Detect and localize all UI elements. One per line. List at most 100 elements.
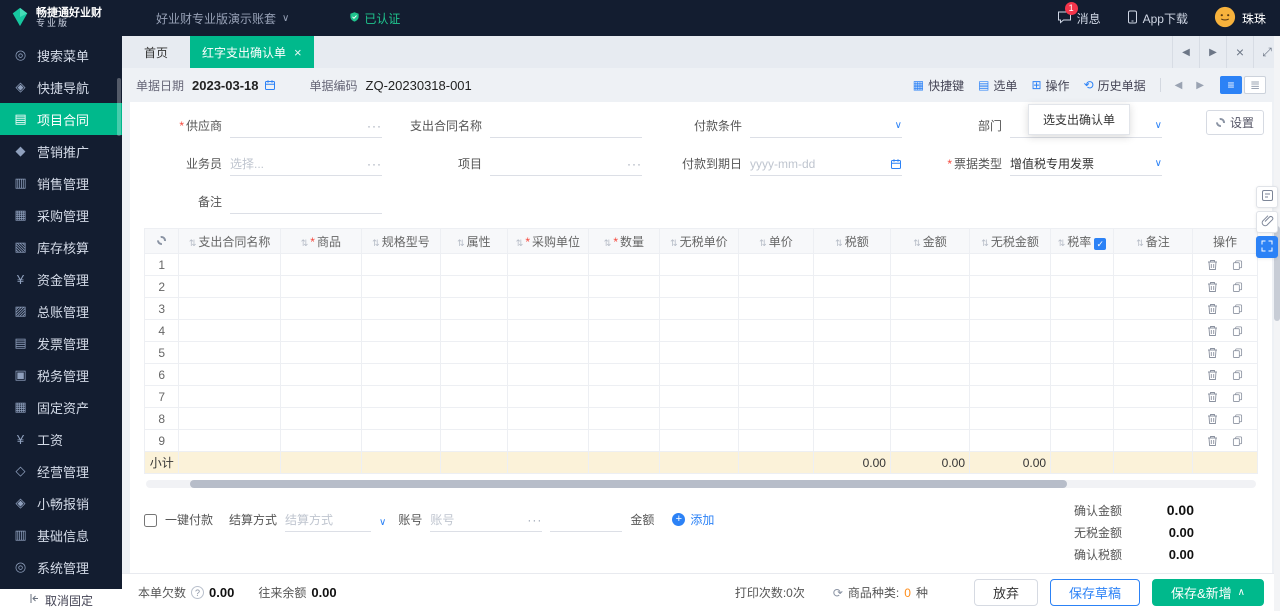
account-input[interactable] bbox=[430, 512, 524, 527]
cell-product[interactable] bbox=[279, 341, 362, 364]
col-product[interactable]: ⇅ * 商品 bbox=[279, 228, 362, 254]
cell-tax-rate[interactable] bbox=[1050, 253, 1114, 276]
page-scrollbar[interactable] bbox=[1274, 36, 1280, 611]
add-payment-button[interactable]: + 添加 bbox=[672, 511, 714, 532]
cell-attribute[interactable] bbox=[439, 275, 508, 298]
prev-document-button[interactable]: ◀ bbox=[1175, 80, 1183, 91]
copy-row-icon[interactable] bbox=[1232, 303, 1243, 315]
cell-quantity[interactable] bbox=[587, 363, 660, 386]
chevron-down-icon[interactable]: ∨ bbox=[1151, 120, 1162, 131]
cell-attribute[interactable] bbox=[439, 253, 508, 276]
cell-net-price[interactable] bbox=[658, 253, 739, 276]
cell-quantity[interactable] bbox=[587, 275, 660, 298]
cell-net-price[interactable] bbox=[658, 385, 739, 408]
calendar-icon[interactable] bbox=[264, 79, 276, 91]
sidebar-item-sales[interactable]: ▥ 销售管理 bbox=[0, 167, 122, 199]
cell-spec-model[interactable] bbox=[360, 275, 441, 298]
cell-tax[interactable] bbox=[812, 253, 891, 276]
cell-net-price[interactable] bbox=[658, 363, 739, 386]
sidebar-scrollbar[interactable] bbox=[117, 78, 121, 136]
sidebar-item-purchase[interactable]: ▦ 采购管理 bbox=[0, 199, 122, 231]
cell-quantity[interactable] bbox=[587, 429, 660, 452]
copy-row-icon[interactable] bbox=[1232, 259, 1243, 271]
save-draft-button[interactable]: 保存草稿 bbox=[1049, 579, 1140, 606]
sidebar-item-invoice[interactable]: ▤ 发票管理 bbox=[0, 327, 122, 359]
contract-name-input[interactable] bbox=[490, 118, 642, 133]
col-price[interactable]: ⇅ 单价 bbox=[737, 228, 814, 254]
cell-quantity[interactable] bbox=[587, 319, 660, 342]
cell-amount[interactable] bbox=[889, 275, 971, 298]
cell-remark[interactable] bbox=[1112, 363, 1194, 386]
cell-contract-name[interactable] bbox=[178, 407, 281, 430]
cell-spec-model[interactable] bbox=[360, 319, 441, 342]
cell-spec-model[interactable] bbox=[360, 385, 441, 408]
cell-net-amount[interactable] bbox=[969, 363, 1052, 386]
note-tool-button[interactable] bbox=[1256, 186, 1278, 208]
sidebar-item-general-ledger[interactable]: ▨ 总账管理 bbox=[0, 295, 122, 327]
col-amount[interactable]: ⇅ 金额 bbox=[889, 228, 971, 254]
cell-amount[interactable] bbox=[889, 253, 971, 276]
col-tax-rate[interactable]: ⇅ 税率 ✓ bbox=[1050, 228, 1114, 254]
form-view-button[interactable]: ≣ bbox=[1244, 76, 1266, 94]
cell-tax[interactable] bbox=[812, 341, 891, 364]
cell-spec-model[interactable] bbox=[360, 407, 441, 430]
cell-quantity[interactable] bbox=[587, 341, 660, 364]
cell-purchase-unit[interactable] bbox=[506, 275, 589, 298]
account-set-selector[interactable]: 好业财专业版演示账套 ∨ bbox=[156, 10, 289, 27]
supplier-field[interactable]: ··· bbox=[230, 114, 382, 138]
cell-amount[interactable] bbox=[889, 385, 971, 408]
remark-field[interactable] bbox=[230, 190, 382, 214]
cell-net-amount[interactable] bbox=[969, 319, 1052, 342]
cell-spec-model[interactable] bbox=[360, 429, 441, 452]
sidebar-item-search-menu[interactable]: ◎ 搜索菜单 bbox=[0, 39, 122, 71]
horizontal-scrollbar-thumb[interactable] bbox=[190, 480, 1068, 488]
sidebar-item-marketing[interactable]: ◆ 营销推广 bbox=[0, 135, 122, 167]
cell-contract-name[interactable] bbox=[178, 319, 281, 342]
cell-tax-rate[interactable] bbox=[1050, 319, 1114, 342]
copy-row-icon[interactable] bbox=[1232, 413, 1243, 425]
delete-row-icon[interactable] bbox=[1207, 281, 1218, 293]
col-net-amount[interactable]: ⇅ 无税金额 bbox=[969, 228, 1052, 254]
cell-product[interactable] bbox=[279, 429, 362, 452]
col-tax[interactable]: ⇅ 税额 bbox=[812, 228, 891, 254]
expand-tool-button[interactable] bbox=[1256, 236, 1278, 258]
cell-net-price[interactable] bbox=[658, 297, 739, 320]
cell-price[interactable] bbox=[737, 319, 814, 342]
cell-remark[interactable] bbox=[1112, 385, 1194, 408]
cell-net-amount[interactable] bbox=[969, 429, 1052, 452]
cell-attribute[interactable] bbox=[439, 385, 508, 408]
copy-row-icon[interactable] bbox=[1232, 281, 1243, 293]
cell-net-amount[interactable] bbox=[969, 385, 1052, 408]
account-field[interactable]: ··· bbox=[430, 508, 543, 532]
doc-date-field[interactable]: 2023-03-18 bbox=[192, 78, 276, 93]
cell-attribute[interactable] bbox=[439, 341, 508, 364]
cell-remark[interactable] bbox=[1112, 341, 1194, 364]
cell-price[interactable] bbox=[737, 275, 814, 298]
cell-remark[interactable] bbox=[1112, 253, 1194, 276]
cell-remark[interactable] bbox=[1112, 275, 1194, 298]
delete-row-icon[interactable] bbox=[1207, 391, 1218, 403]
cell-purchase-unit[interactable] bbox=[506, 253, 589, 276]
cell-price[interactable] bbox=[737, 341, 814, 364]
cell-net-price[interactable] bbox=[658, 275, 739, 298]
attachment-tool-button[interactable] bbox=[1256, 211, 1278, 233]
cell-product[interactable] bbox=[279, 253, 362, 276]
tab-home[interactable]: 首页 bbox=[122, 36, 190, 68]
col-contract-name[interactable]: ⇅ 支出合同名称 bbox=[178, 228, 281, 254]
cell-product[interactable] bbox=[279, 407, 362, 430]
app-download-button[interactable]: App下载 bbox=[1127, 10, 1188, 27]
project-field[interactable]: ··· bbox=[490, 152, 642, 176]
cell-product[interactable] bbox=[279, 297, 362, 320]
ellipsis-picker-icon[interactable]: ··· bbox=[363, 119, 382, 133]
cell-purchase-unit[interactable] bbox=[506, 407, 589, 430]
history-documents-button[interactable]: ⟲ 历史单据 bbox=[1084, 77, 1146, 94]
cell-price[interactable] bbox=[737, 429, 814, 452]
cell-net-price[interactable] bbox=[658, 429, 739, 452]
sidebar-item-system[interactable]: ◎ 系统管理 bbox=[0, 551, 122, 583]
settle-method-select[interactable] bbox=[285, 508, 372, 532]
cell-remark[interactable] bbox=[1112, 319, 1194, 342]
cell-spec-model[interactable] bbox=[360, 363, 441, 386]
cell-tax[interactable] bbox=[812, 363, 891, 386]
cell-price[interactable] bbox=[737, 297, 814, 320]
salesman-input[interactable] bbox=[230, 156, 363, 171]
